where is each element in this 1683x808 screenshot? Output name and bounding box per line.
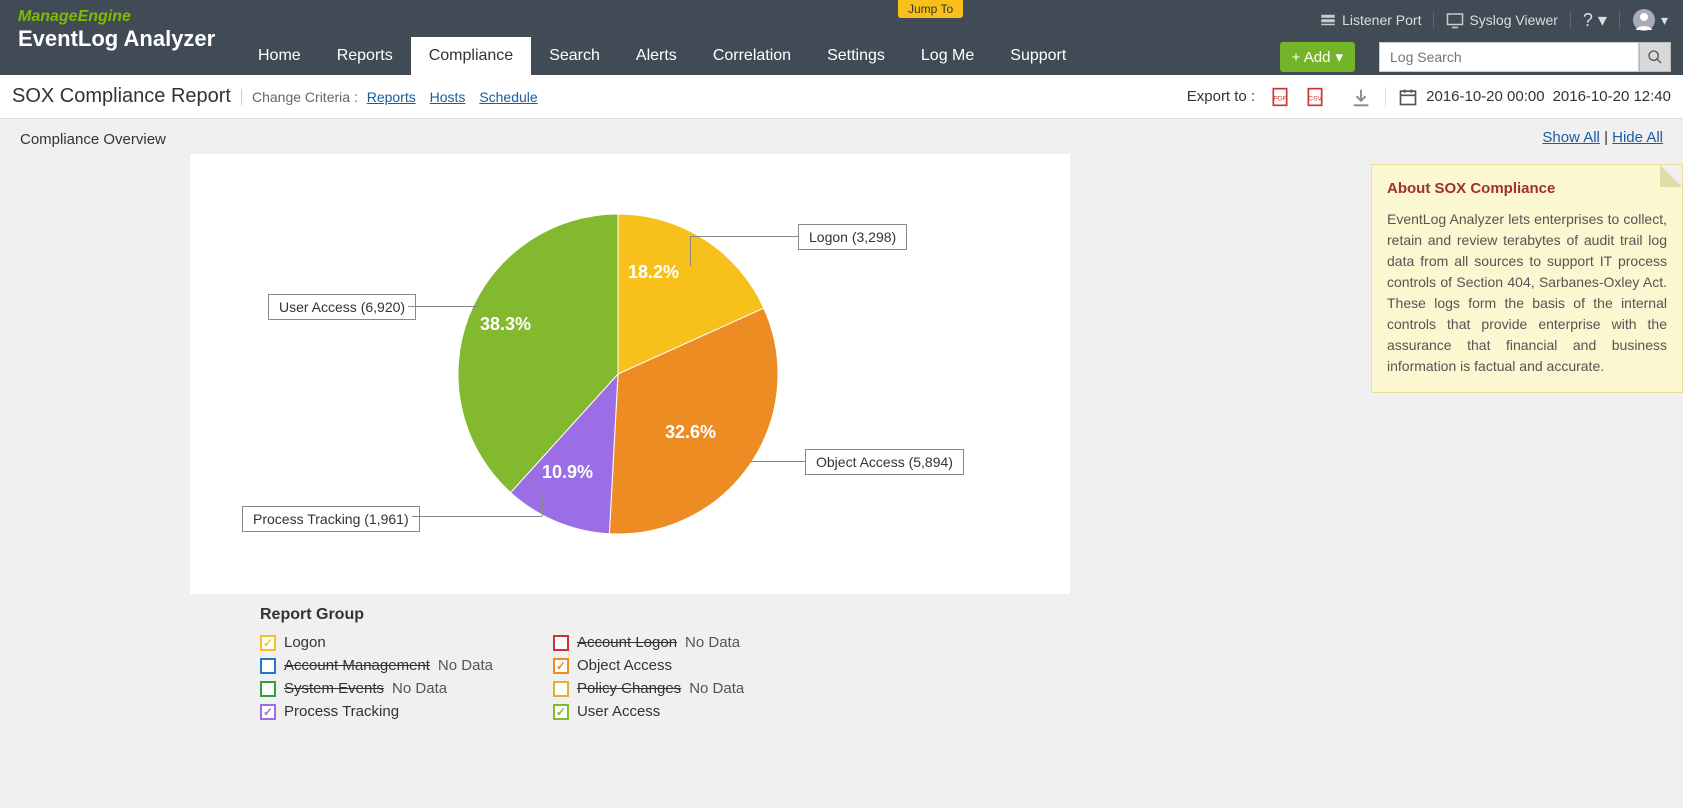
log-search-input[interactable] xyxy=(1379,42,1639,72)
show-hide-links: Show All | Hide All xyxy=(1542,129,1663,146)
callout-user-access: User Access (6,920) xyxy=(268,294,416,320)
chevron-down-icon: ▾ xyxy=(1335,48,1343,66)
nav-alerts[interactable]: Alerts xyxy=(618,37,695,75)
main-nav: Home Reports Compliance Search Alerts Co… xyxy=(240,35,1084,75)
info-body: EventLog Analyzer lets enterprises to co… xyxy=(1387,209,1667,377)
legend-logon[interactable]: Logon xyxy=(260,634,493,651)
change-criteria-label: Change Criteria : Reports Hosts Schedule xyxy=(241,89,543,105)
callout-logon: Logon (3,298) xyxy=(798,224,907,250)
listener-icon xyxy=(1319,11,1337,29)
jump-to-button[interactable]: Jump To xyxy=(898,0,963,18)
sub-bar: SOX Compliance Report Change Criteria : … xyxy=(0,75,1683,119)
content-area: Compliance Overview Show All | Hide All … xyxy=(0,119,1683,732)
pct-object-access: 32.6% xyxy=(665,422,716,443)
search-icon xyxy=(1647,49,1663,65)
syslog-viewer-link[interactable]: Syslog Viewer xyxy=(1446,11,1557,29)
info-title: About SOX Compliance xyxy=(1387,180,1667,197)
nav-home[interactable]: Home xyxy=(240,37,319,75)
add-button[interactable]: + Add ▾ xyxy=(1280,42,1355,72)
criteria-hosts-link[interactable]: Hosts xyxy=(430,89,466,105)
brand-bottom: EventLog Analyzer xyxy=(18,26,215,52)
nav-compliance[interactable]: Compliance xyxy=(411,37,531,75)
help-dropdown[interactable]: ? ▾ xyxy=(1583,10,1607,31)
page-title: SOX Compliance Report xyxy=(12,85,231,108)
pct-process-tracking: 10.9% xyxy=(542,462,593,483)
top-links: Listener Port Syslog Viewer ? ▾ ▾ xyxy=(1319,8,1668,32)
nav-logme[interactable]: Log Me xyxy=(903,37,992,75)
syslog-icon xyxy=(1446,11,1464,29)
search-button[interactable] xyxy=(1639,42,1671,72)
criteria-reports-link[interactable]: Reports xyxy=(367,89,416,105)
legend-user-access[interactable]: User Access xyxy=(553,703,744,720)
legend-policy-changes[interactable]: Policy Changes No Data xyxy=(553,680,744,697)
download-icon[interactable] xyxy=(1350,87,1370,107)
export-csv-icon[interactable]: CSV xyxy=(1305,87,1325,107)
criteria-schedule-link[interactable]: Schedule xyxy=(479,89,537,105)
nav-search[interactable]: Search xyxy=(531,37,618,75)
export-to-label: Export to : xyxy=(1187,88,1255,105)
legend-process-tracking[interactable]: Process Tracking xyxy=(260,703,493,720)
divider xyxy=(1570,12,1571,28)
pie-chart-container: Logon (3,298) Object Access (5,894) Proc… xyxy=(190,154,1070,594)
callout-object-access: Object Access (5,894) xyxy=(805,449,964,475)
overview-title: Compliance Overview xyxy=(20,131,1663,148)
nav-correlation[interactable]: Correlation xyxy=(695,37,809,75)
divider xyxy=(1619,12,1620,28)
divider xyxy=(1433,12,1434,28)
nav-reports[interactable]: Reports xyxy=(319,37,411,75)
user-icon xyxy=(1632,8,1656,32)
report-group-title: Report Group xyxy=(260,606,1663,624)
top-bar: Jump To Listener Port Syslog Viewer ? ▾ … xyxy=(0,0,1683,75)
date-range-picker[interactable]: 2016-10-20 00:00 2016-10-20 12:40 xyxy=(1385,87,1671,107)
log-search-box xyxy=(1379,42,1671,72)
pct-user-access: 38.3% xyxy=(480,314,531,335)
callout-process-tracking: Process Tracking (1,961) xyxy=(242,506,420,532)
listener-port-link[interactable]: Listener Port xyxy=(1319,11,1421,29)
subbar-left: SOX Compliance Report Change Criteria : … xyxy=(12,85,543,108)
nav-settings[interactable]: Settings xyxy=(809,37,903,75)
logo: ManageEngine EventLog Analyzer xyxy=(18,8,215,52)
legend-object-access[interactable]: Object Access xyxy=(553,657,744,674)
report-group: Report Group Logon Account Management No… xyxy=(260,606,1663,720)
pie-chart xyxy=(458,214,778,534)
export-pdf-icon[interactable]: PDF xyxy=(1270,87,1290,107)
legend-account-logon[interactable]: Account Logon No Data xyxy=(553,634,744,651)
about-sox-box: About SOX Compliance EventLog Analyzer l… xyxy=(1371,164,1683,393)
show-all-link[interactable]: Show All xyxy=(1542,129,1600,146)
svg-text:PDF: PDF xyxy=(1273,95,1286,102)
legend-system-events[interactable]: System Events No Data xyxy=(260,680,493,697)
nav-support[interactable]: Support xyxy=(992,37,1084,75)
svg-text:CSV: CSV xyxy=(1308,95,1322,102)
calendar-icon xyxy=(1398,87,1418,107)
brand-top: ManageEngine xyxy=(18,8,215,26)
legend-account-management[interactable]: Account Management No Data xyxy=(260,657,493,674)
date-from: 2016-10-20 00:00 xyxy=(1426,88,1544,105)
pct-logon: 18.2% xyxy=(628,262,679,283)
user-avatar-dropdown[interactable]: ▾ xyxy=(1632,8,1668,32)
date-to: 2016-10-20 12:40 xyxy=(1553,88,1671,105)
fold-corner xyxy=(1660,165,1682,187)
hide-all-link[interactable]: Hide All xyxy=(1612,129,1663,146)
legend-grid: Logon Account Management No Data System … xyxy=(260,634,1663,720)
subbar-right: Export to : PDF CSV 2016-10-20 00:00 201… xyxy=(1187,87,1671,107)
